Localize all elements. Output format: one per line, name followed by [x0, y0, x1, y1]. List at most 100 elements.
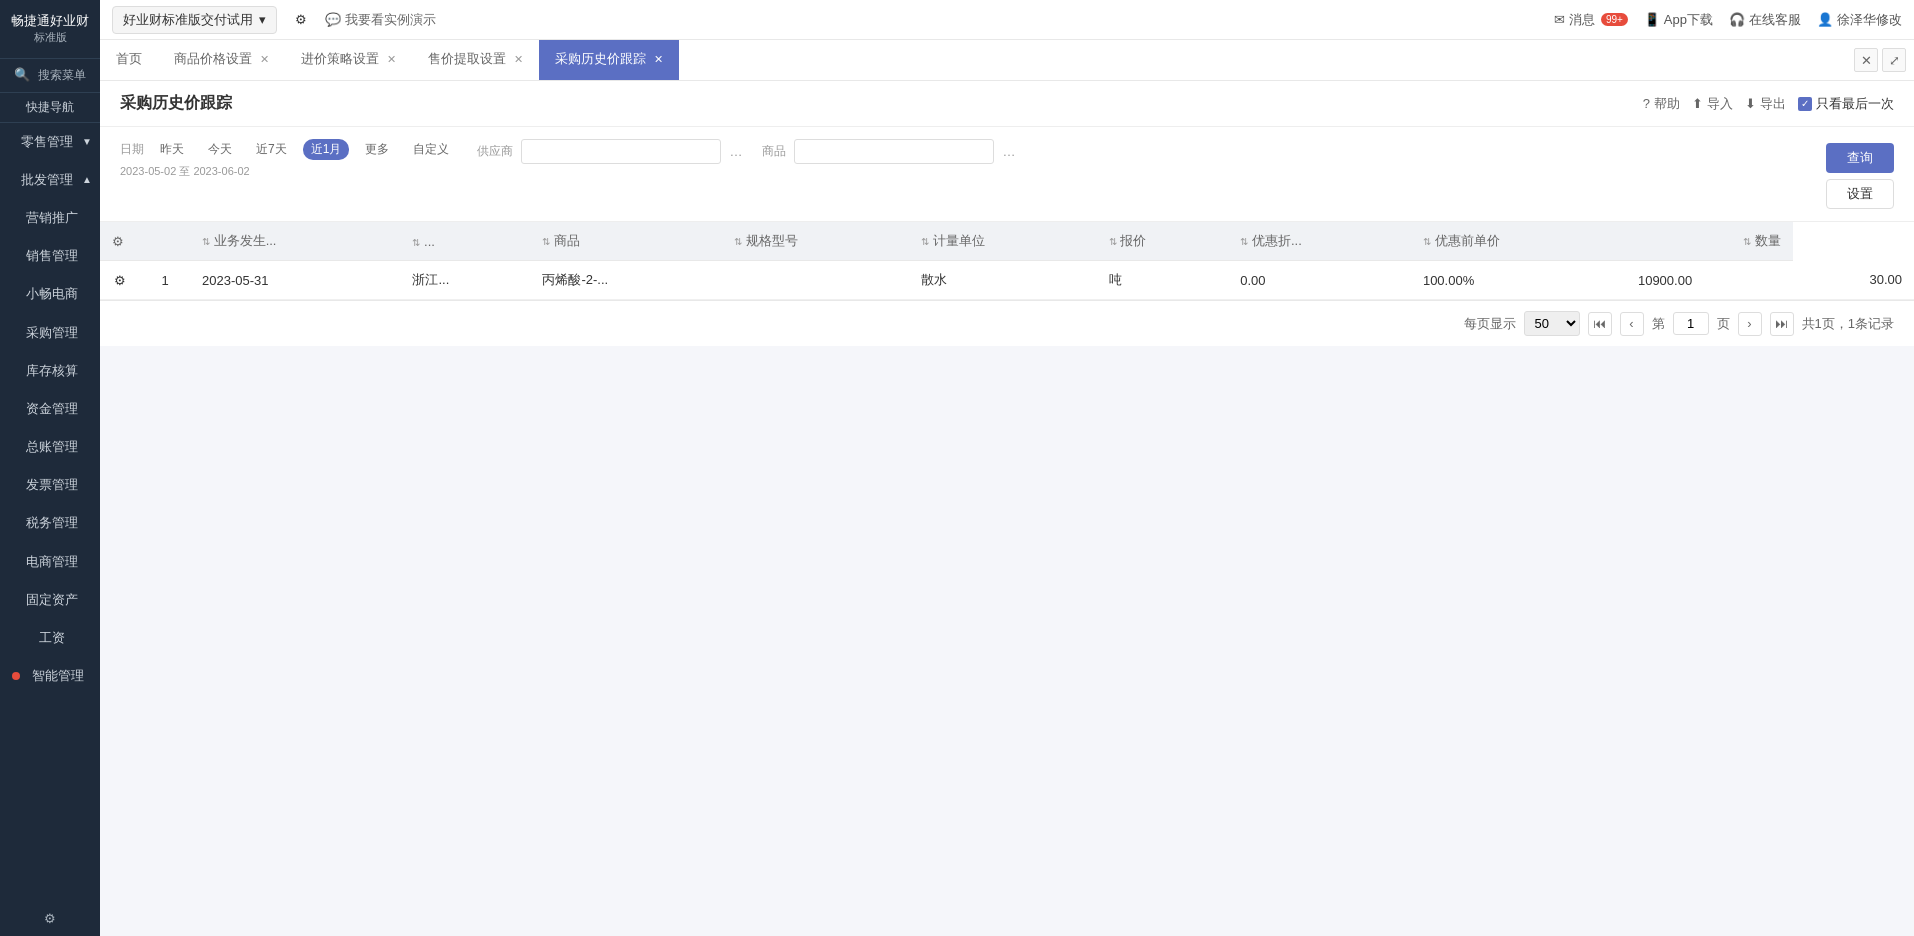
settings-btn[interactable]: 设置: [1826, 179, 1894, 209]
row-discount-pct: 100.00%: [1423, 273, 1474, 288]
sidebar-search[interactable]: 🔍 搜索菜单: [0, 59, 100, 93]
date-btn-yesterday[interactable]: 昨天: [152, 139, 192, 160]
online-service-btn[interactable]: 🎧 在线客服: [1729, 11, 1801, 29]
tab-goods-price[interactable]: 商品价格设置 ✕: [158, 40, 285, 80]
col-discount-pct[interactable]: ⇅ 优惠折...: [1228, 222, 1411, 261]
tab-purchase-strategy-close-icon[interactable]: ✕: [387, 53, 396, 66]
sidebar-settings[interactable]: ⚙: [0, 901, 100, 936]
page-title: 采购历史价跟踪: [120, 93, 232, 114]
tab-close-all-btn[interactable]: ✕: [1854, 48, 1878, 72]
date-btn-more[interactable]: 更多: [357, 139, 397, 160]
col-biz-date[interactable]: ⇅ 业务发生...: [190, 222, 400, 261]
col-quantity[interactable]: ⇅ 数量: [1626, 222, 1793, 261]
goods-input[interactable]: [794, 139, 994, 164]
tab-purchase-history[interactable]: 采购历史价跟踪 ✕: [539, 40, 679, 80]
sales-mgmt-label: 销售管理: [12, 247, 92, 265]
query-btn[interactable]: 查询: [1826, 143, 1894, 173]
supplier-more-icon[interactable]: …: [729, 144, 742, 159]
table-body: ⚙ 1 2023-05-31 浙江... 丙烯酸-2-...: [100, 261, 1914, 300]
messages-badge: 99+: [1601, 13, 1628, 26]
only-last-checkbox[interactable]: ✓ 只看最后一次: [1798, 95, 1894, 113]
sidebar-item-fixed-assets[interactable]: 固定资产: [0, 581, 100, 619]
demo-link[interactable]: 💬 我要看实例演示: [325, 11, 436, 29]
product-selector[interactable]: 好业财标准版交付试用 ▾: [112, 6, 277, 34]
sidebar-item-capital-mgmt[interactable]: 资金管理: [0, 390, 100, 428]
col-pre-discount-label: 优惠前单价: [1435, 233, 1500, 248]
smart-mgmt-label: 智能管理: [24, 667, 92, 685]
col-spec[interactable]: ⇅ 规格型号: [722, 222, 909, 261]
help-label: 帮助: [1654, 95, 1680, 113]
date-btn-1month[interactable]: 近1月: [303, 139, 350, 160]
row-unit-cell: 散水: [909, 261, 1096, 300]
settings-icon-btn[interactable]: ⚙: [289, 10, 313, 29]
user-profile-btn[interactable]: 👤 徐泽华修改: [1817, 11, 1902, 29]
sidebar-quick-nav[interactable]: 快捷导航: [0, 93, 100, 123]
sidebar-item-tax-mgmt[interactable]: 税务管理: [0, 504, 100, 542]
tab-sale-price-close-icon[interactable]: ✕: [514, 53, 523, 66]
table-header: ⚙ ⇅ 业务发生... ⇅ ... ⇅ 商品: [100, 222, 1914, 261]
gear-col-icon: ⚙: [112, 234, 124, 249]
tab-sale-price[interactable]: 售价提取设置 ✕: [412, 40, 539, 80]
capital-mgmt-label: 资金管理: [12, 400, 92, 418]
checkbox-checked-icon: ✓: [1798, 97, 1812, 111]
sidebar-item-ledger-mgmt[interactable]: 总账管理: [0, 428, 100, 466]
date-range-display: 2023-05-02 至 2023-06-02: [120, 164, 457, 179]
topbar-right: ✉ 消息 99+ 📱 App下载 🎧 在线客服 👤 徐泽华修改: [1554, 11, 1902, 29]
data-table: ⚙ ⇅ 业务发生... ⇅ ... ⇅ 商品: [100, 222, 1914, 300]
demo-icon: 💬: [325, 12, 341, 27]
col-more[interactable]: ⇅ ...: [400, 222, 530, 261]
row-gear-cell[interactable]: ⚙: [100, 261, 140, 300]
total-info: 共1页，1条记录: [1802, 315, 1894, 333]
sidebar-item-xiaochu-ecommerce[interactable]: 小畅电商: [0, 275, 100, 313]
tab-purchase-history-close-icon[interactable]: ✕: [654, 53, 663, 66]
date-btn-custom[interactable]: 自定义: [405, 139, 457, 160]
per-page-select[interactable]: 50 20 100: [1524, 311, 1580, 336]
first-page-btn[interactable]: ⏮: [1588, 312, 1612, 336]
app-download-btn[interactable]: 📱 App下载: [1644, 11, 1713, 29]
tab-goods-price-close-icon[interactable]: ✕: [260, 53, 269, 66]
sidebar-item-retail-mgmt[interactable]: 零售管理 ▼: [0, 123, 100, 161]
import-btn[interactable]: ⬆ 导入: [1692, 95, 1733, 113]
page-input[interactable]: [1673, 312, 1709, 335]
prev-page-btn[interactable]: ‹: [1620, 312, 1644, 336]
col-price-label: 报价: [1120, 233, 1146, 248]
row-reported-price-cell: 0.00: [1228, 261, 1411, 300]
sidebar-item-smart-mgmt[interactable]: 智能管理: [0, 657, 100, 695]
sidebar-item-ecommerce-mgmt[interactable]: 电商管理: [0, 543, 100, 581]
retail-mgmt-label: 零售管理: [12, 133, 82, 151]
col-price[interactable]: ⇅ 报价: [1097, 222, 1229, 261]
col-unit-label: 计量单位: [933, 233, 985, 248]
only-last-label: 只看最后一次: [1816, 95, 1894, 113]
sidebar-item-marketing[interactable]: 营销推广: [0, 199, 100, 237]
sidebar-item-purchase-mgmt[interactable]: 采购管理: [0, 314, 100, 352]
date-btn-today[interactable]: 今天: [200, 139, 240, 160]
page-label: 第: [1652, 315, 1665, 333]
col-goods[interactable]: ⇅ 商品: [530, 222, 722, 261]
help-btn[interactable]: ? 帮助: [1643, 95, 1680, 113]
export-btn[interactable]: ⬇ 导出: [1745, 95, 1786, 113]
tab-purchase-strategy-label: 进价策略设置: [301, 50, 379, 68]
sort-asc-icon: ⇅: [202, 236, 210, 247]
table-row: ⚙ 1 2023-05-31 浙江... 丙烯酸-2-...: [100, 261, 1914, 300]
tab-home[interactable]: 首页: [100, 40, 158, 80]
sidebar-item-payroll[interactable]: 工资: [0, 619, 100, 657]
supplier-input[interactable]: [521, 139, 721, 164]
sidebar-item-wholesale-mgmt[interactable]: 批发管理 ▲: [0, 161, 100, 199]
last-page-btn[interactable]: ⏭: [1770, 312, 1794, 336]
col-pre-discount-price[interactable]: ⇅ 优惠前单价: [1411, 222, 1626, 261]
tab-expand-btn[interactable]: ⤢: [1882, 48, 1906, 72]
goods-filter-row: 商品 …: [762, 139, 1015, 164]
sidebar-item-inventory[interactable]: 库存核算: [0, 352, 100, 390]
goods-more-icon[interactable]: …: [1002, 144, 1015, 159]
tab-purchase-strategy[interactable]: 进价策略设置 ✕: [285, 40, 412, 80]
ledger-mgmt-label: 总账管理: [12, 438, 92, 456]
sidebar-item-sales-mgmt[interactable]: 销售管理: [0, 237, 100, 275]
date-btn-7days[interactable]: 近7天: [248, 139, 295, 160]
user-icon: 👤: [1817, 12, 1833, 27]
col-gear[interactable]: ⚙: [100, 222, 140, 261]
next-page-btn[interactable]: ›: [1738, 312, 1762, 336]
tab-home-label: 首页: [116, 50, 142, 68]
messages-btn[interactable]: ✉ 消息 99+: [1554, 11, 1628, 29]
sidebar-item-invoice-mgmt[interactable]: 发票管理: [0, 466, 100, 504]
col-unit[interactable]: ⇅ 计量单位: [909, 222, 1096, 261]
